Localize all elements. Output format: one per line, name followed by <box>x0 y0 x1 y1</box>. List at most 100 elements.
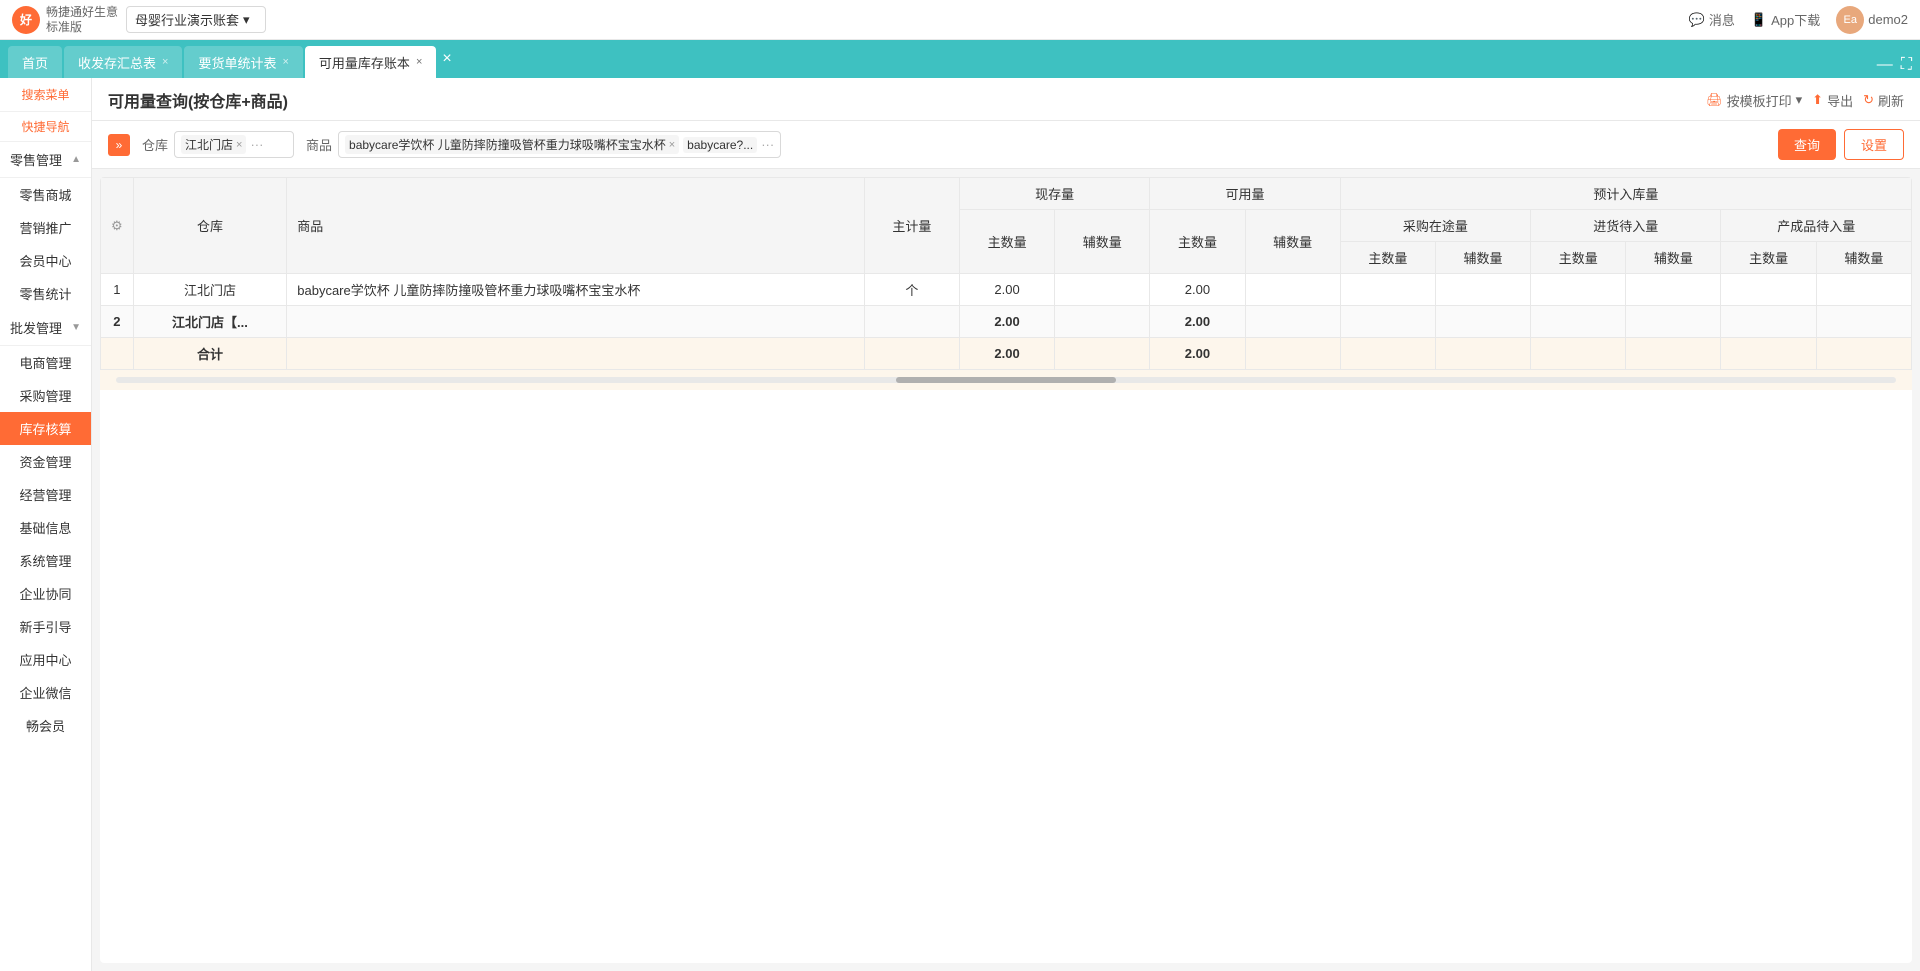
nav-tabs: 首页 收发存汇总表 × 要货单统计表 × 可用量库存账本 × × — ⛶ <box>0 40 1920 78</box>
sidebar-item-system[interactable]: 系统管理 <box>0 544 91 577</box>
col-settings[interactable]: ⚙ <box>101 178 134 274</box>
tab-requisition[interactable]: 要货单统计表 × <box>184 46 302 78</box>
gear-icon[interactable]: ⚙ <box>111 218 123 233</box>
logo-icon: 好 <box>12 6 40 34</box>
sidebar-quick-nav[interactable]: 快捷导航 <box>0 112 91 142</box>
tab-summary[interactable]: 收发存汇总表 × <box>64 46 182 78</box>
data-table: ⚙ 仓库 商品 主计量 现存量 可用量 预计入库量 主数量 辅数量 主数量 辅数… <box>100 177 1912 370</box>
close-tab-requisition[interactable]: × <box>282 56 288 68</box>
sidebar-item-ecommerce[interactable]: 电商管理 <box>0 346 91 379</box>
cell-purchase-aux <box>1435 306 1530 338</box>
close-tab-summary[interactable]: × <box>162 56 168 68</box>
filter-bar: » 仓库 江北门店 × ··· 商品 babycare学饮杯 儿童防摔防撞吸管杯… <box>92 121 1920 169</box>
cell-prod-aux <box>1816 306 1911 338</box>
cell-rownum: 2 <box>101 306 134 338</box>
sidebar-item-operations[interactable]: 经营管理 <box>0 478 91 511</box>
refresh-btn[interactable]: ↻ 刷新 <box>1863 91 1904 110</box>
sidebar-item-enterprise-wechat[interactable]: 企业微信 <box>0 676 91 709</box>
sidebar-item-inventory[interactable]: 库存核算 <box>0 412 91 445</box>
warehouse-more-icon[interactable]: ··· <box>250 137 263 152</box>
remove-product-tag-1[interactable]: × <box>669 139 675 151</box>
query-button[interactable]: 查询 <box>1778 129 1836 160</box>
logo-area: 好 畅捷通好生意 标准版 <box>12 5 118 34</box>
settings-button[interactable]: 设置 <box>1844 129 1904 160</box>
sidebar-item-marketing[interactable]: 营销推广 <box>0 211 91 244</box>
sidebar-item-purchase[interactable]: 采购管理 <box>0 379 91 412</box>
export-icon: ⬆ <box>1812 92 1823 108</box>
phone-icon: 📱 <box>1751 12 1767 28</box>
product-input[interactable]: babycare学饮杯 儿童防摔防撞吸管杯重力球吸嘴杯宝宝水杯 × babyca… <box>338 131 781 158</box>
sidebar-item-enterprise-collab[interactable]: 企业协同 <box>0 577 91 610</box>
sidebar-item-member[interactable]: 畅会员 <box>0 709 91 742</box>
print-icon: 🖨 <box>1706 92 1723 108</box>
sidebar-item-basic-info[interactable]: 基础信息 <box>0 511 91 544</box>
cell-stock-aux <box>1055 274 1150 306</box>
content-area: 可用量查询(按仓库+商品) 🖨 按模板打印 ▾ ⬆ 导出 ↻ 刷新 <box>92 78 1920 971</box>
col-unit-header: 主计量 <box>864 178 959 274</box>
app-download-btn[interactable]: 📱 App下载 <box>1751 10 1820 29</box>
sidebar-item-app-center[interactable]: 应用中心 <box>0 643 91 676</box>
sidebar-item-retail-management[interactable]: 零售管理 ▲ <box>0 142 91 177</box>
remove-warehouse-tag[interactable]: × <box>236 139 242 151</box>
user-profile[interactable]: Ea demo2 <box>1836 6 1908 34</box>
close-tab-available-inventory[interactable]: × <box>416 56 422 68</box>
filter-expand-btn[interactable]: » <box>108 134 130 156</box>
tab-home[interactable]: 首页 <box>8 46 62 78</box>
col-stock-aux: 辅数量 <box>1055 210 1150 274</box>
cell-prod-main <box>1721 306 1816 338</box>
cell-avail-main: 2.00 <box>1150 274 1245 306</box>
cell-stock-main: 2.00 <box>959 274 1054 306</box>
col-avail-main: 主数量 <box>1150 210 1245 274</box>
tab-available-inventory[interactable]: 可用量库存账本 × <box>305 46 436 78</box>
footer-avail-main: 2.00 <box>1150 338 1245 370</box>
product-tag-2: babycare?... <box>683 137 757 153</box>
col-production-header: 产成品待入量 <box>1721 210 1912 242</box>
cell-rownum: 1 <box>101 274 134 306</box>
print-arrow-icon: ▾ <box>1796 92 1803 108</box>
sidebar-item-retail-store[interactable]: 零售商城 <box>0 178 91 211</box>
cell-unit <box>864 306 959 338</box>
print-btn[interactable]: 🖨 按模板打印 ▾ <box>1706 91 1802 110</box>
warehouse-filter: 仓库 江北门店 × ··· <box>142 131 294 158</box>
cell-avail-main: 2.00 <box>1150 306 1245 338</box>
cell-purchase-main <box>1340 306 1435 338</box>
sidebar-search[interactable]: 搜索菜单 <box>0 78 91 112</box>
cell-prod-aux <box>1816 274 1911 306</box>
minimize-icon[interactable]: — <box>1877 56 1893 74</box>
product-more-icon[interactable]: ··· <box>761 137 774 152</box>
industry-selector[interactable]: 母婴行业演示账套 ▾ <box>126 6 266 33</box>
collapse-arrow-icon: ▲ <box>71 154 81 165</box>
sidebar-item-new-guide[interactable]: 新手引导 <box>0 610 91 643</box>
col-purchase-main: 主数量 <box>1340 242 1435 274</box>
filter-actions: 查询 设置 <box>1778 129 1904 160</box>
warehouse-input[interactable]: 江北门店 × ··· <box>174 131 294 158</box>
product-filter: 商品 babycare学饮杯 儿童防摔防撞吸管杯重力球吸嘴杯宝宝水杯 × bab… <box>306 131 781 158</box>
sidebar-item-retail-stats[interactable]: 零售统计 <box>0 277 91 310</box>
col-available-header: 可用量 <box>1150 178 1340 210</box>
export-btn[interactable]: ⬆ 导出 <box>1812 91 1853 110</box>
cell-stock-main: 2.00 <box>959 306 1054 338</box>
sidebar-item-finance[interactable]: 资金管理 <box>0 445 91 478</box>
cell-pending-main <box>1531 274 1626 306</box>
top-bar-right: 💬 消息 📱 App下载 Ea demo2 <box>1689 6 1908 34</box>
sidebar-section-retail: 零售管理 ▲ <box>0 142 91 178</box>
cell-pending-aux <box>1626 306 1721 338</box>
table-row: 2 江北门店【... 2.00 2.00 <box>101 306 1912 338</box>
sidebar-item-member-center[interactable]: 会员中心 <box>0 244 91 277</box>
refresh-icon: ↻ <box>1863 92 1874 108</box>
close-all-tabs[interactable]: × <box>442 50 451 68</box>
col-prod-aux: 辅数量 <box>1816 242 1911 274</box>
avatar: Ea <box>1836 6 1864 34</box>
cell-purchase-main <box>1340 274 1435 306</box>
product-tag-1: babycare学饮杯 儿童防摔防撞吸管杯重力球吸嘴杯宝宝水杯 × <box>345 135 679 154</box>
col-product-header: 商品 <box>287 178 865 274</box>
maximize-icon[interactable]: ⛶ <box>1901 56 1912 74</box>
footer-stock-main: 2.00 <box>959 338 1054 370</box>
table-wrapper: ⚙ 仓库 商品 主计量 现存量 可用量 预计入库量 主数量 辅数量 主数量 辅数… <box>100 177 1912 963</box>
cell-warehouse: 江北门店 <box>133 274 287 306</box>
cell-product <box>287 306 865 338</box>
sidebar-item-wholesale-management[interactable]: 批发管理 ▼ <box>0 310 91 345</box>
message-btn[interactable]: 💬 消息 <box>1689 10 1735 29</box>
col-expected-header: 预计入库量 <box>1340 178 1911 210</box>
cell-unit: 个 <box>864 274 959 306</box>
